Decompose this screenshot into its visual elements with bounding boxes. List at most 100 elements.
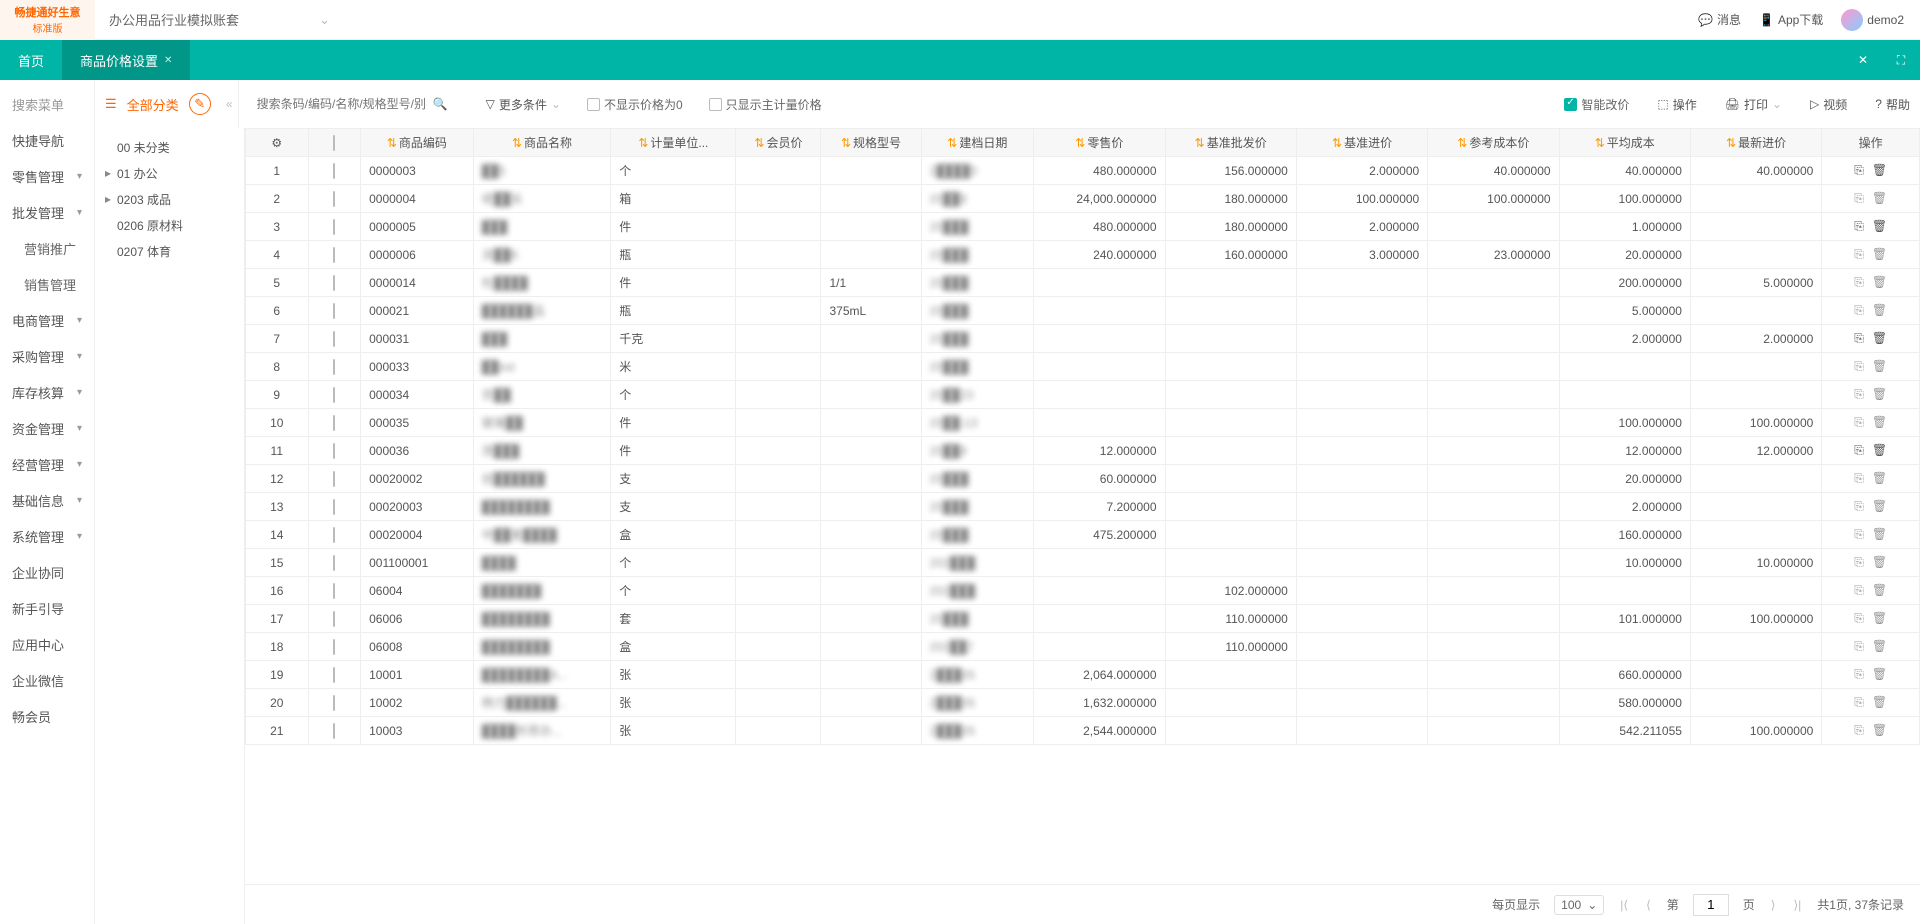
copy-icon[interactable]: ⎘ <box>1854 639 1864 654</box>
delete-icon[interactable]: 🗑 <box>1872 471 1887 486</box>
copy-icon[interactable]: ⎘ <box>1854 331 1864 346</box>
col-unit[interactable]: ⇅计量单位... <box>611 129 736 157</box>
col-avg[interactable]: ⇅平均成本 <box>1559 129 1690 157</box>
col-code[interactable]: ⇅商品编码 <box>361 129 474 157</box>
copy-icon[interactable]: ⎘ <box>1854 247 1864 262</box>
col-retail[interactable]: ⇅零售价 <box>1034 129 1165 157</box>
col-vip[interactable]: ⇅会员价 <box>736 129 821 157</box>
checkbox-icon[interactable] <box>333 471 335 487</box>
checkbox-icon[interactable] <box>333 415 335 431</box>
table-row[interactable]: 1806008████████盒202██7110.000000⎘🗑 <box>246 633 1920 661</box>
table-row[interactable]: 7000031███千克20███2.0000002.000000⎘🗑 <box>246 325 1920 353</box>
checkbox-icon[interactable] <box>333 359 335 375</box>
sort-icon[interactable]: ⇅ <box>387 136 397 150</box>
sidebar-search[interactable]: 搜索菜单 <box>0 86 94 122</box>
col-name[interactable]: ⇅商品名称 <box>473 129 611 157</box>
page-size-select[interactable]: 100⌄ <box>1554 895 1604 915</box>
sidebar-item[interactable]: 快捷导航 <box>0 122 94 158</box>
delete-icon[interactable]: 🗑 <box>1872 275 1887 290</box>
sort-icon[interactable]: ⇅ <box>1075 136 1085 150</box>
delete-icon[interactable]: 🗑 <box>1872 443 1887 458</box>
copy-icon[interactable]: ⎘ <box>1854 303 1864 318</box>
tree-node[interactable]: 0207 体育 <box>95 238 244 264</box>
checkbox-icon[interactable] <box>333 387 335 403</box>
sidebar-item[interactable]: 新手引导 <box>0 590 94 626</box>
sidebar-item[interactable]: 经营管理▾ <box>0 446 94 482</box>
table-row[interactable]: 1400020004中██客████盒20███475.200000160.00… <box>246 521 1920 549</box>
only-main-checkbox[interactable]: 只显示主计量价格 <box>709 96 822 113</box>
messages-button[interactable]: 💬消息 <box>1698 11 1741 28</box>
col-spec[interactable]: ⇅规格型号 <box>821 129 921 157</box>
table-row[interactable]: 1606004███████个202███102.000000⎘🗑 <box>246 577 1920 605</box>
copy-icon[interactable]: ⎘ <box>1854 219 1864 234</box>
copy-icon[interactable]: ⎘ <box>1854 163 1864 178</box>
delete-icon[interactable]: 🗑 <box>1872 191 1887 206</box>
gear-icon[interactable]: ⚙ <box>271 136 282 150</box>
delete-icon[interactable]: 🗑 <box>1872 667 1887 682</box>
help-button[interactable]: ?帮助 <box>1875 96 1910 113</box>
sidebar-item[interactable]: 销售管理 <box>0 266 94 302</box>
delete-icon[interactable]: 🗑 <box>1872 303 1887 318</box>
delete-icon[interactable]: 🗑 <box>1872 387 1887 402</box>
delete-icon[interactable]: 🗑 <box>1872 583 1887 598</box>
operate-button[interactable]: ⬚操作 <box>1657 96 1696 113</box>
sort-icon[interactable]: ⇅ <box>512 136 522 150</box>
checkbox-icon[interactable] <box>333 611 335 627</box>
checkbox-icon[interactable] <box>333 275 335 291</box>
delete-icon[interactable]: 🗑 <box>1872 247 1887 262</box>
delete-icon[interactable]: 🗑 <box>1872 695 1887 710</box>
close-icon[interactable]: ✕ <box>164 55 172 66</box>
copy-icon[interactable]: ⎘ <box>1854 387 1864 402</box>
next-page-button[interactable]: ⟩ <box>1769 898 1778 912</box>
sidebar-item[interactable]: 资金管理▾ <box>0 410 94 446</box>
col-op[interactable]: 操作 <box>1822 129 1920 157</box>
copy-icon[interactable]: ⎘ <box>1854 695 1864 710</box>
more-filters-button[interactable]: ▽更多条件⌄ <box>486 96 561 113</box>
sort-icon[interactable]: ⇅ <box>638 136 648 150</box>
sort-icon[interactable]: ⇅ <box>1726 136 1736 150</box>
sort-icon[interactable]: ⇅ <box>1195 136 1205 150</box>
tree-node[interactable]: ▸0203 成品 <box>95 186 244 212</box>
tree-node[interactable]: 00 未分类 <box>95 134 244 160</box>
table-row[interactable]: 2110003████听荐办...张2███052,544.000000542.… <box>246 717 1920 745</box>
table-row[interactable]: 40000006浏██K瓶20███240.000000160.0000003.… <box>246 241 1920 269</box>
tree-node[interactable]: ▸01 办公 <box>95 160 244 186</box>
copy-icon[interactable]: ⎘ <box>1854 443 1864 458</box>
copy-icon[interactable]: ⎘ <box>1854 275 1864 290</box>
table-row[interactable]: 1200020002创██████支20███60.00000020.00000… <box>246 465 1920 493</box>
checkbox-icon[interactable] <box>333 163 335 179</box>
col-whs[interactable]: ⇅基准批发价 <box>1165 129 1296 157</box>
delete-icon[interactable]: 🗑 <box>1872 499 1887 514</box>
table-row[interactable]: 1910001████████A...张2███052,064.00000066… <box>246 661 1920 689</box>
copy-icon[interactable]: ⎘ <box>1854 611 1864 626</box>
checkbox-icon[interactable] <box>333 639 335 655</box>
delete-icon[interactable]: 🗑 <box>1872 219 1887 234</box>
table-row[interactable]: 8000033██est米20███⎘🗑 <box>246 353 1920 381</box>
edit-category-button[interactable]: ✎ <box>189 93 211 115</box>
sidebar-item[interactable]: 批发管理▴ <box>0 194 94 230</box>
delete-icon[interactable]: 🗑 <box>1872 415 1887 430</box>
search-input[interactable] <box>257 97 427 111</box>
table-row[interactable]: 10000003██5个2████0480.000000156.0000002.… <box>246 157 1920 185</box>
smart-price-toggle[interactable]: 智能改价 <box>1564 96 1629 113</box>
copy-icon[interactable]: ⎘ <box>1854 359 1864 374</box>
collapse-tree-button[interactable]: « <box>221 80 239 128</box>
col-ref[interactable]: ⇅参考成本价 <box>1428 129 1559 157</box>
checkbox-icon[interactable] <box>333 527 335 543</box>
close-tab-button[interactable]: ✕ <box>1844 40 1882 80</box>
delete-icon[interactable]: 🗑 <box>1872 723 1887 738</box>
sidebar-item[interactable]: 系统管理▾ <box>0 518 94 554</box>
checkbox-icon[interactable] <box>333 695 335 711</box>
sidebar-item[interactable]: 基础信息▾ <box>0 482 94 518</box>
sidebar-item[interactable]: 企业协同 <box>0 554 94 590</box>
tab-home[interactable]: 首页 <box>0 40 62 80</box>
last-page-button[interactable]: ⟩| <box>1791 898 1803 912</box>
table-row[interactable]: 15001100001████个202███10.00000010.000000… <box>246 549 1920 577</box>
copy-icon[interactable]: ⎘ <box>1854 191 1864 206</box>
sidebar-item[interactable]: 电商管理▾ <box>0 302 94 338</box>
copy-icon[interactable]: ⎘ <box>1854 415 1864 430</box>
table-row[interactable]: 9000034农██个20██23⎘🗑 <box>246 381 1920 409</box>
app-download-button[interactable]: 📱App下载 <box>1759 11 1823 28</box>
sidebar-item[interactable]: 营销推广 <box>0 230 94 266</box>
tab-price-settings[interactable]: 商品价格设置✕ <box>62 40 190 80</box>
